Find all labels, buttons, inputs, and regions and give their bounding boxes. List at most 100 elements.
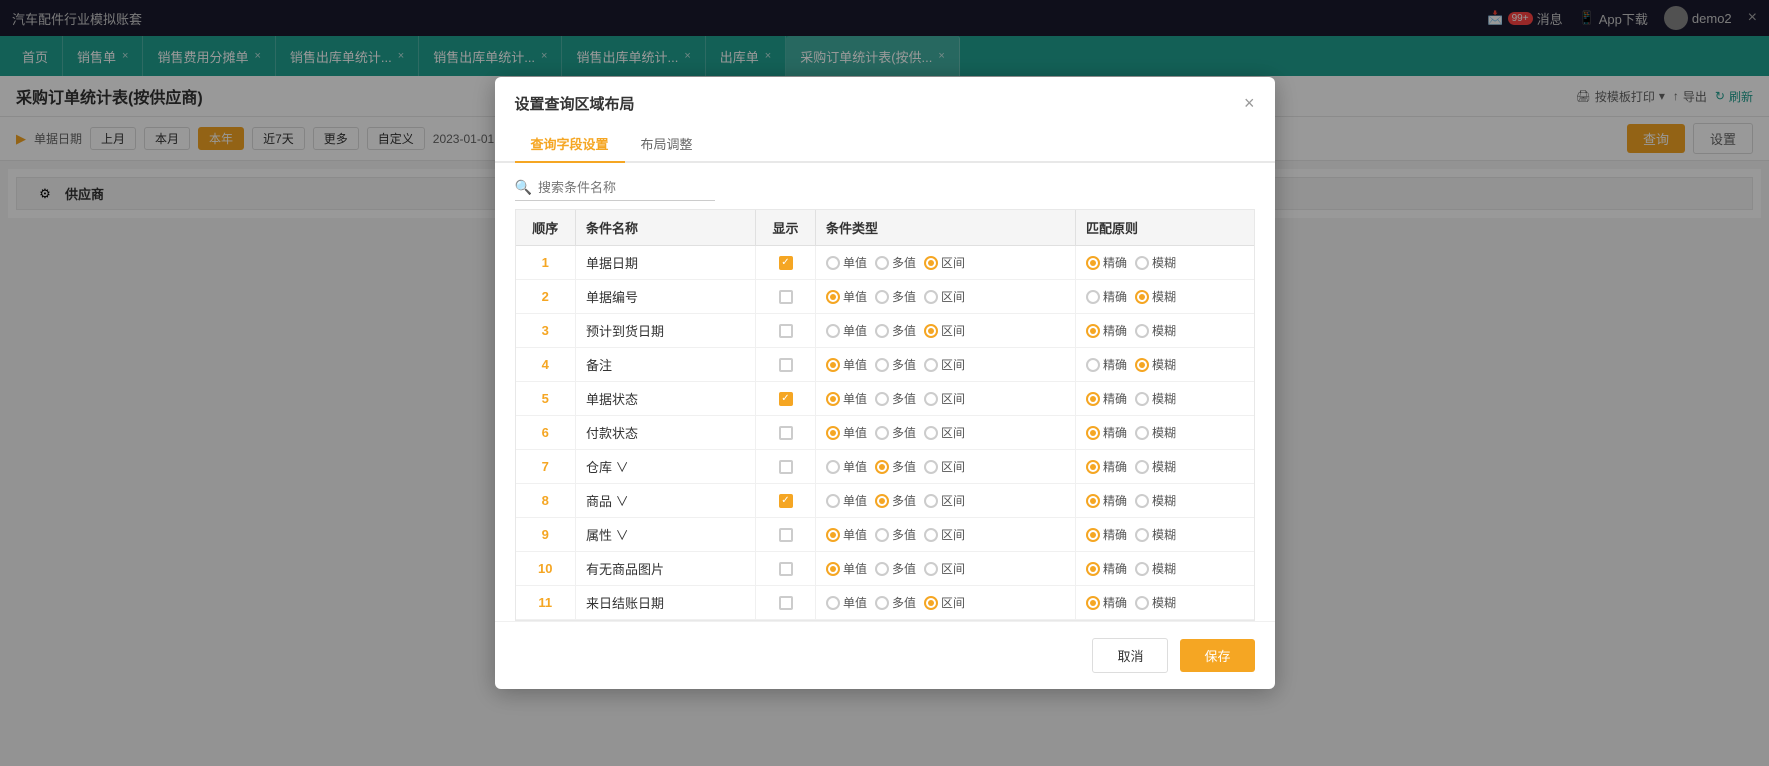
match-radio-item[interactable]: 精确 xyxy=(1086,526,1127,543)
display-checkbox[interactable] xyxy=(766,596,805,610)
type-radio-item[interactable]: 区间 xyxy=(924,288,965,305)
row-name: 来日结账日期 xyxy=(576,586,756,620)
modal-tabs: 查询字段设置 布局调整 xyxy=(495,126,1275,163)
display-checkbox[interactable] xyxy=(766,290,805,304)
type-radio-item[interactable]: 单值 xyxy=(826,594,867,611)
modal-close-button[interactable]: × xyxy=(1244,93,1255,114)
match-radio-item[interactable]: 模糊 xyxy=(1135,458,1176,475)
type-radio-item[interactable]: 多值 xyxy=(875,356,916,373)
display-checkbox[interactable]: ✓ xyxy=(766,392,805,406)
display-checkbox[interactable]: ✓ xyxy=(766,494,805,508)
match-radio-item[interactable]: 精确 xyxy=(1086,560,1127,577)
match-radio-item[interactable]: 精确 xyxy=(1086,322,1127,339)
match-radio-item[interactable]: 模糊 xyxy=(1135,356,1176,373)
match-radio-item[interactable]: 模糊 xyxy=(1135,322,1176,339)
match-radio-item[interactable]: 模糊 xyxy=(1135,526,1176,543)
type-radio-item[interactable]: 单值 xyxy=(826,356,867,373)
row-name: 商品 ∨ xyxy=(576,484,756,518)
save-button[interactable]: 保存 xyxy=(1180,639,1254,672)
type-radio-item[interactable]: 单值 xyxy=(826,526,867,543)
type-radio-item[interactable]: 区间 xyxy=(924,560,965,577)
match-radio-item[interactable]: 模糊 xyxy=(1135,254,1176,271)
row-name: 单据日期 xyxy=(576,246,756,280)
type-radio-item[interactable]: 区间 xyxy=(924,254,965,271)
match-radio-item[interactable]: 精确 xyxy=(1086,254,1127,271)
display-checkbox[interactable] xyxy=(766,562,805,576)
row-order: 10 xyxy=(538,561,552,576)
settings-modal: 设置查询区域布局 × 查询字段设置 布局调整 🔍 顺序 xyxy=(495,77,1275,689)
match-radio-item[interactable]: 模糊 xyxy=(1135,492,1176,509)
tab-layout-label: 布局调整 xyxy=(641,137,693,152)
row-name: 属性 ∨ xyxy=(576,518,756,552)
search-input[interactable] xyxy=(538,180,698,195)
type-radio-item[interactable]: 多值 xyxy=(875,492,916,509)
match-radio-item[interactable]: 精确 xyxy=(1086,288,1127,305)
th-match-rule: 匹配原则 xyxy=(1076,210,1254,246)
type-radio-item[interactable]: 单值 xyxy=(826,560,867,577)
row-order: 9 xyxy=(542,527,549,542)
type-radio-item[interactable]: 单值 xyxy=(826,492,867,509)
type-radio-item[interactable]: 多值 xyxy=(875,560,916,577)
match-radio-item[interactable]: 模糊 xyxy=(1135,288,1176,305)
type-radio-item[interactable]: 多值 xyxy=(875,594,916,611)
match-radio-item[interactable]: 模糊 xyxy=(1135,594,1176,611)
type-radio-item[interactable]: 区间 xyxy=(924,322,965,339)
match-radio-item[interactable]: 模糊 xyxy=(1135,424,1176,441)
type-radio-item[interactable]: 区间 xyxy=(924,424,965,441)
type-radio-item[interactable]: 单值 xyxy=(826,288,867,305)
match-radio-item[interactable]: 精确 xyxy=(1086,424,1127,441)
type-radio-group: 单值多值区间 xyxy=(826,560,1065,577)
type-radio-item[interactable]: 单值 xyxy=(826,458,867,475)
display-checkbox[interactable] xyxy=(766,358,805,372)
match-radio-item[interactable]: 精确 xyxy=(1086,390,1127,407)
match-radio-item[interactable]: 模糊 xyxy=(1135,390,1176,407)
type-radio-item[interactable]: 区间 xyxy=(924,526,965,543)
modal-header: 设置查询区域布局 × xyxy=(495,77,1275,114)
type-radio-item[interactable]: 多值 xyxy=(875,424,916,441)
cancel-button[interactable]: 取消 xyxy=(1092,638,1168,673)
type-radio-group: 单值多值区间 xyxy=(826,526,1065,543)
display-checkbox[interactable] xyxy=(766,460,805,474)
type-radio-item[interactable]: 单值 xyxy=(826,390,867,407)
type-radio-item[interactable]: 区间 xyxy=(924,356,965,373)
display-checkbox[interactable]: ✓ xyxy=(766,256,805,270)
match-radio-item[interactable]: 精确 xyxy=(1086,356,1127,373)
type-radio-item[interactable]: 多值 xyxy=(875,254,916,271)
type-radio-item[interactable]: 多值 xyxy=(875,458,916,475)
match-radio-item[interactable]: 精确 xyxy=(1086,458,1127,475)
type-radio-item[interactable]: 单值 xyxy=(826,254,867,271)
display-checkbox[interactable] xyxy=(766,528,805,542)
match-radio-group: 精确模糊 xyxy=(1086,526,1244,543)
type-radio-item[interactable]: 区间 xyxy=(924,492,965,509)
match-radio-group: 精确模糊 xyxy=(1086,254,1244,271)
match-radio-item[interactable]: 精确 xyxy=(1086,492,1127,509)
type-radio-item[interactable]: 区间 xyxy=(924,594,965,611)
th-condition-name: 条件名称 xyxy=(576,210,756,246)
match-radio-item[interactable]: 模糊 xyxy=(1135,560,1176,577)
type-radio-item[interactable]: 多值 xyxy=(875,390,916,407)
type-radio-item[interactable]: 多值 xyxy=(875,288,916,305)
type-radio-item[interactable]: 多值 xyxy=(875,526,916,543)
th-condition-type: 条件类型 xyxy=(816,210,1076,246)
type-radio-item[interactable]: 区间 xyxy=(924,458,965,475)
type-radio-item[interactable]: 单值 xyxy=(826,424,867,441)
type-radio-item[interactable]: 区间 xyxy=(924,390,965,407)
modal-search-area: 🔍 xyxy=(495,163,1275,209)
type-radio-item[interactable]: 多值 xyxy=(875,322,916,339)
row-name: 单据状态 xyxy=(576,382,756,416)
display-checkbox[interactable] xyxy=(766,426,805,440)
row-name: 单据编号 xyxy=(576,280,756,314)
search-icon: 🔍 xyxy=(515,179,532,196)
row-name: 有无商品图片 xyxy=(576,552,756,586)
type-radio-group: 单值多值区间 xyxy=(826,424,1065,441)
row-name: 仓库 ∨ xyxy=(576,450,756,484)
tab-query-field-settings[interactable]: 查询字段设置 xyxy=(515,126,625,163)
tab-layout-adjustment[interactable]: 布局调整 xyxy=(625,126,709,163)
display-checkbox[interactable] xyxy=(766,324,805,338)
match-radio-group: 精确模糊 xyxy=(1086,390,1244,407)
match-radio-group: 精确模糊 xyxy=(1086,560,1244,577)
match-radio-group: 精确模糊 xyxy=(1086,322,1244,339)
match-radio-item[interactable]: 精确 xyxy=(1086,594,1127,611)
type-radio-group: 单值多值区间 xyxy=(826,458,1065,475)
type-radio-item[interactable]: 单值 xyxy=(826,322,867,339)
